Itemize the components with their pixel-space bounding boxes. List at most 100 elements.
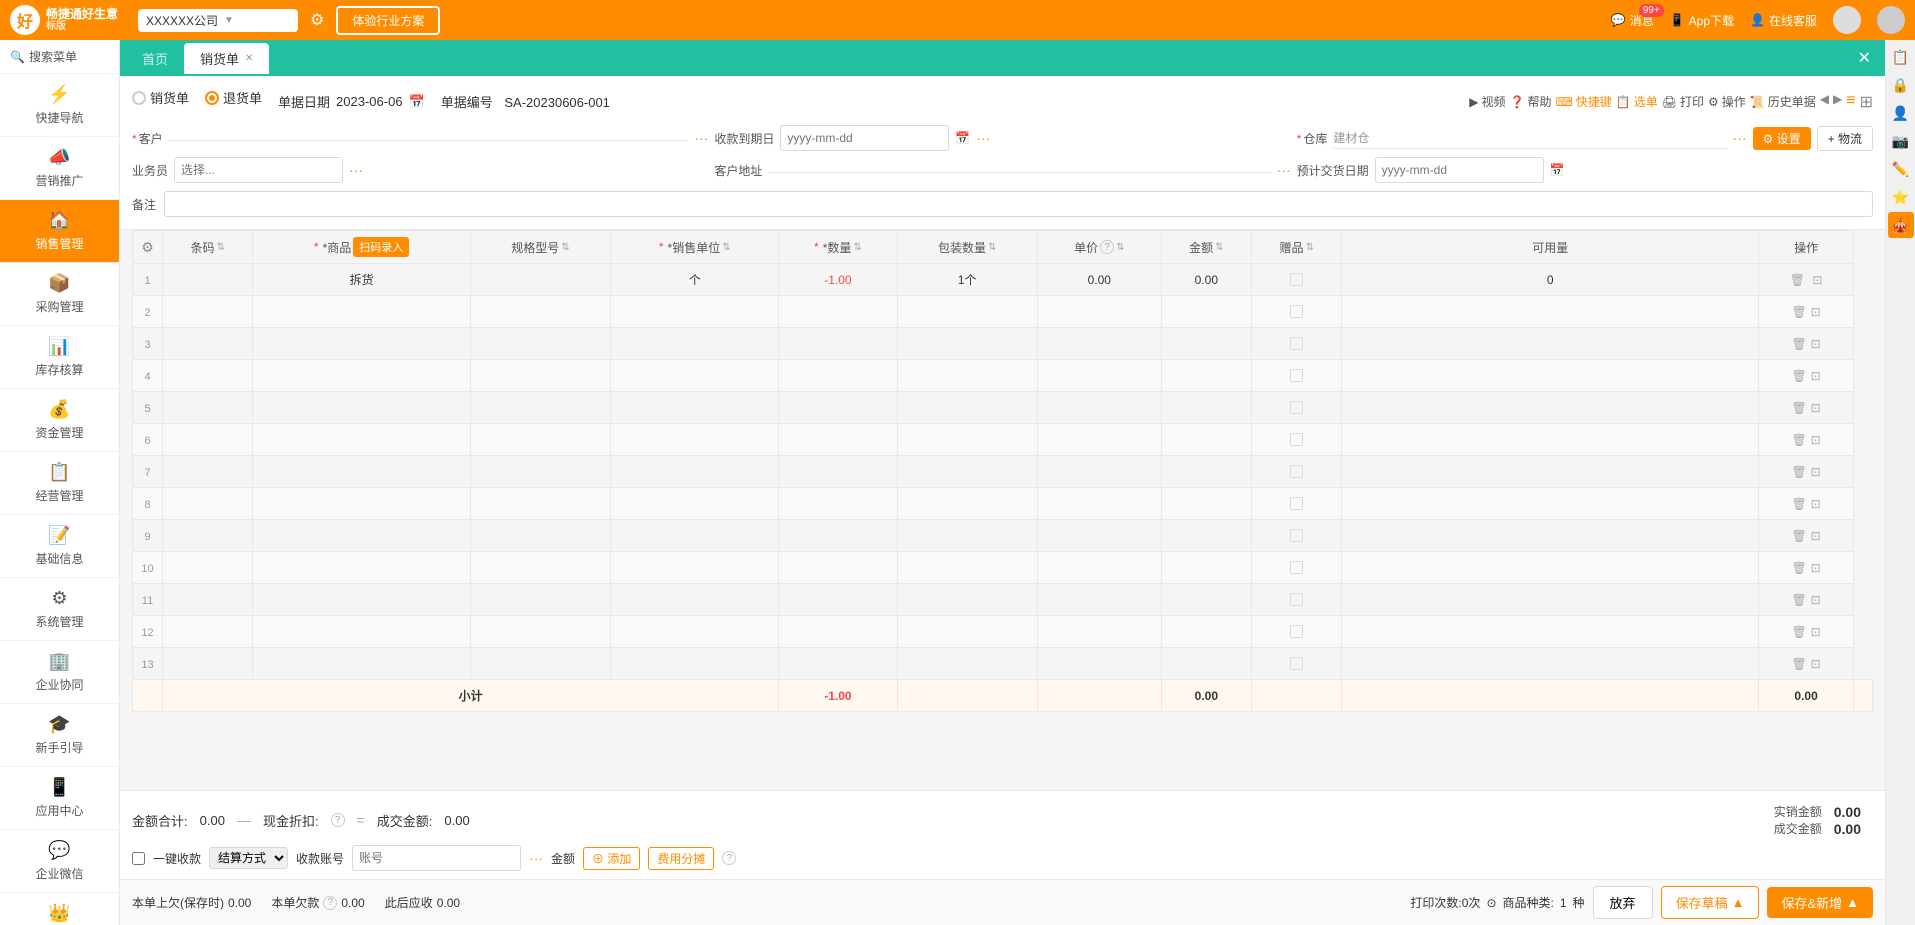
- customer-address-value[interactable]: [768, 168, 1270, 173]
- setup-button[interactable]: ⚙ 设置: [1753, 127, 1811, 150]
- row-1-gift[interactable]: [1252, 264, 1342, 296]
- salesperson-dots[interactable]: ···: [349, 162, 363, 178]
- sidebar-item-finance[interactable]: 💰 资金管理: [0, 389, 119, 452]
- sidebar-item-quick-nav[interactable]: ⚡ 快捷导航: [0, 74, 119, 137]
- delete-icon[interactable]: 🗑: [1791, 305, 1806, 319]
- sidebar-item-operations[interactable]: 📋 经营管理: [0, 452, 119, 515]
- row-1-amount[interactable]: 0.00: [1161, 264, 1251, 296]
- grid-view-icon[interactable]: ⊞: [1860, 92, 1873, 112]
- delete-icon[interactable]: 🗑: [1790, 273, 1805, 287]
- row-1-barcode[interactable]: [163, 264, 253, 296]
- calendar-icon[interactable]: 📅: [409, 94, 425, 110]
- delete-icon[interactable]: 🗑: [1791, 657, 1806, 671]
- remark-input[interactable]: [164, 191, 1873, 217]
- radio-return-order[interactable]: 退货单: [205, 88, 262, 107]
- delete-icon[interactable]: 🗑: [1791, 433, 1806, 447]
- trial-button[interactable]: 体验行业方案: [336, 6, 440, 35]
- list-view-icon[interactable]: ≡: [1846, 92, 1855, 112]
- copy-icon[interactable]: ⊡: [1811, 529, 1821, 543]
- copy-icon[interactable]: ⊡: [1811, 497, 1821, 511]
- delete-icon[interactable]: 🗑: [1791, 369, 1806, 383]
- payment-due-input[interactable]: [780, 125, 949, 151]
- warehouse-dots[interactable]: ···: [1733, 130, 1747, 146]
- row-1-spec[interactable]: [470, 264, 610, 296]
- copy-icon[interactable]: ⊡: [1811, 337, 1821, 351]
- toolbar-select[interactable]: 📋 选单: [1616, 92, 1658, 112]
- toolbar-video[interactable]: ▶ 视频: [1469, 92, 1505, 112]
- save-new-button[interactable]: 保存&新增 ▲: [1767, 887, 1873, 918]
- row-1-product[interactable]: 拆货: [253, 264, 470, 296]
- copy-icon[interactable]: ⊡: [1811, 305, 1821, 319]
- col-header-gear[interactable]: ⚙: [133, 231, 163, 264]
- row-1-quantity[interactable]: -1.00: [779, 264, 897, 296]
- toolbar-operate[interactable]: ⚙ 操作: [1708, 92, 1746, 112]
- rs-item-3[interactable]: 👤: [1888, 100, 1914, 126]
- toolbar-history[interactable]: 📜 历史单据: [1750, 92, 1816, 112]
- sidebar-item-inventory[interactable]: 📊 库存核算: [0, 326, 119, 389]
- delete-icon[interactable]: 🗑: [1791, 497, 1806, 511]
- calendar-due-icon[interactable]: 📅: [955, 131, 970, 145]
- prev-icon[interactable]: ◀: [1820, 92, 1829, 112]
- tab-home[interactable]: 首页: [126, 43, 184, 74]
- copy-icon[interactable]: ⊡: [1811, 657, 1821, 671]
- tab-sales-order[interactable]: 销货单 ✕: [184, 43, 269, 74]
- tab-bar-close-button[interactable]: ✕: [1850, 48, 1879, 68]
- sidebar-item-system[interactable]: ⚙ 系统管理: [0, 578, 119, 641]
- one-click-payment-checkbox[interactable]: [132, 852, 145, 865]
- salesperson-input[interactable]: [174, 157, 343, 183]
- sidebar-item-wechat[interactable]: 💬 企业微信: [0, 830, 119, 893]
- rs-item-6[interactable]: ⭐: [1888, 184, 1914, 210]
- delete-icon[interactable]: 🗑: [1791, 337, 1806, 351]
- debit-info-icon[interactable]: ?: [323, 896, 337, 910]
- rs-item-5[interactable]: ✏️: [1888, 156, 1914, 182]
- delete-icon[interactable]: 🗑: [1791, 529, 1806, 543]
- copy-icon[interactable]: ⊡: [1811, 593, 1821, 607]
- row-1-unit-price[interactable]: 0.00: [1037, 264, 1161, 296]
- expected-date-input[interactable]: [1375, 157, 1544, 183]
- radio-sales-order[interactable]: 销货单: [132, 88, 189, 107]
- copy-icon[interactable]: ⊡: [1811, 465, 1821, 479]
- toolbar-print[interactable]: 🖨 打印: [1662, 92, 1704, 112]
- calendar-expected-icon[interactable]: 📅: [1550, 163, 1565, 177]
- fee-info-icon[interactable]: ?: [722, 851, 736, 865]
- save-draft-button[interactable]: 保存草稿 ▲: [1661, 886, 1760, 919]
- rs-item-4[interactable]: 📷: [1888, 128, 1914, 154]
- fee-split-button[interactable]: 费用分摊: [648, 847, 714, 870]
- copy-icon[interactable]: ⊡: [1811, 401, 1821, 415]
- rs-item-7[interactable]: 🎪: [1888, 212, 1914, 238]
- delete-icon[interactable]: 🗑: [1791, 561, 1806, 575]
- logistics-button[interactable]: + 物流: [1817, 126, 1873, 151]
- calc-method-select[interactable]: 结算方式: [209, 847, 288, 869]
- app-download-button[interactable]: 📱 App下载: [1670, 12, 1734, 29]
- copy-icon[interactable]: ⊡: [1811, 369, 1821, 383]
- row-1-pack-qty[interactable]: 1个: [897, 264, 1037, 296]
- sidebar-item-basic-info[interactable]: 📝 基础信息: [0, 515, 119, 578]
- avatar[interactable]: [1833, 6, 1861, 34]
- sidebar-item-member[interactable]: 👑 畅会员: [0, 893, 119, 925]
- toolbar-shortcut[interactable]: ⌨ 快捷键: [1555, 92, 1611, 112]
- next-icon[interactable]: ▶: [1833, 92, 1842, 112]
- toolbar-help[interactable]: ❓ 帮助: [1510, 92, 1552, 112]
- sidebar-item-purchase[interactable]: 📦 采购管理: [0, 263, 119, 326]
- delete-icon[interactable]: 🗑: [1791, 593, 1806, 607]
- rs-item-2[interactable]: 🔒: [1888, 72, 1914, 98]
- row-1-unit[interactable]: 个: [611, 264, 779, 296]
- customer-value[interactable]: [169, 136, 689, 141]
- customer-address-dots[interactable]: ···: [1277, 162, 1291, 178]
- account-input[interactable]: [352, 845, 521, 871]
- customer-dots-button[interactable]: ···: [694, 130, 708, 146]
- sidebar-item-app-center[interactable]: 📱 应用中心: [0, 767, 119, 830]
- sidebar-item-sales[interactable]: 🏠 销售管理: [0, 200, 119, 263]
- copy-icon[interactable]: ⊡: [1811, 433, 1821, 447]
- sidebar-item-guide[interactable]: 🎓 新手引导: [0, 704, 119, 767]
- sidebar-search[interactable]: 🔍 搜索菜单: [0, 40, 119, 74]
- delete-icon[interactable]: 🗑: [1791, 465, 1806, 479]
- sidebar-item-enterprise[interactable]: 🏢 企业协同: [0, 641, 119, 704]
- account-dots[interactable]: ···: [529, 850, 543, 866]
- scan-button[interactable]: 扫码录入: [353, 237, 409, 257]
- copy-icon[interactable]: ⊡: [1812, 273, 1822, 287]
- add-button[interactable]: ⊕ 添加: [583, 847, 640, 870]
- payment-due-dots[interactable]: ···: [976, 130, 990, 146]
- message-button[interactable]: 💬 消息 99+: [1611, 12, 1654, 29]
- online-service-button[interactable]: 👤 在线客服: [1750, 12, 1817, 29]
